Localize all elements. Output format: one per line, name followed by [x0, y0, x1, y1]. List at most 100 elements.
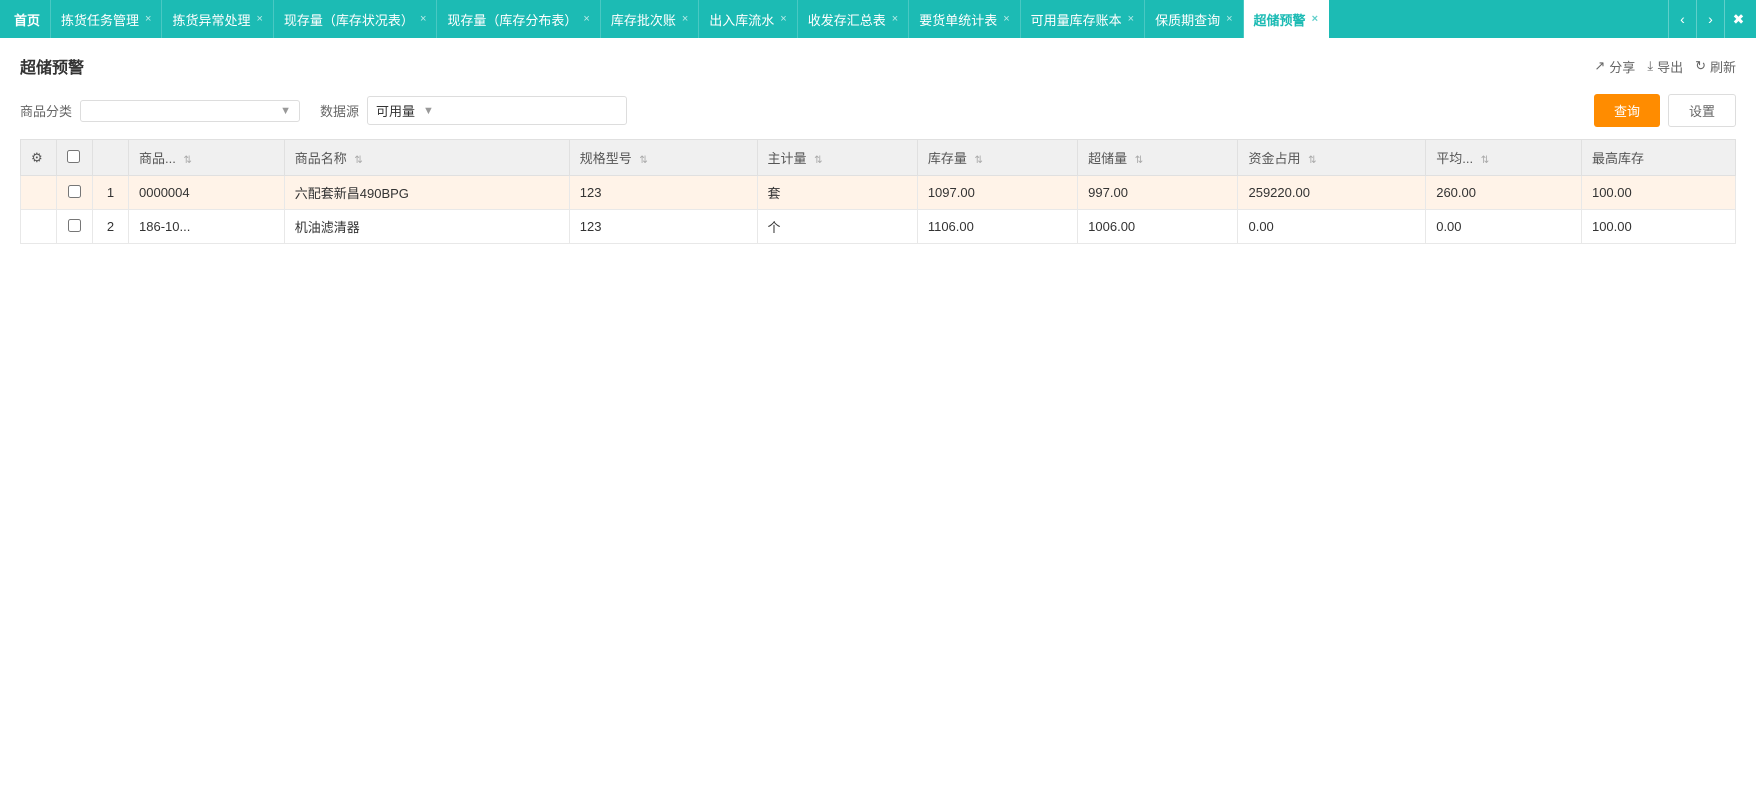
sort-icon-product-name: ⇅ [354, 155, 362, 166]
close-tab-abnormal[interactable]: × [256, 13, 262, 25]
th-checkbox[interactable] [57, 140, 93, 176]
row-unit: 套 [757, 176, 917, 210]
row-spec: 123 [569, 176, 757, 210]
nav-tab-home[interactable]: 首页 [4, 0, 51, 38]
row-capital: 259220.00 [1238, 176, 1426, 210]
nav-tab-order-stats[interactable]: 要货单统计表 × [909, 0, 1020, 38]
page-title: 超储预警 [20, 54, 84, 78]
chevron-down-icon: ▼ [280, 105, 291, 117]
row-spec: 123 [569, 210, 757, 244]
settings-button[interactable]: 设置 [1668, 94, 1736, 127]
row-stock: 1106.00 [917, 210, 1077, 244]
th-index [93, 140, 129, 176]
row-capital: 0.00 [1238, 210, 1426, 244]
table-row: 1 0000004 六配套新昌490BPG 123 套 1097.00 997.… [21, 176, 1736, 210]
datasource-select[interactable]: 可用量 ▼ [367, 96, 627, 125]
sort-icon-avg: ⇅ [1481, 155, 1489, 166]
close-tab-order-stats[interactable]: × [1003, 13, 1009, 25]
th-avg[interactable]: 平均... ⇅ [1426, 140, 1582, 176]
close-tab-in-out-flow[interactable]: × [780, 13, 786, 25]
th-settings[interactable]: ⚙ [21, 140, 57, 176]
row-overstock: 1006.00 [1078, 210, 1238, 244]
nav-tab-inventory-dist[interactable]: 现存量（库存分布表） × [437, 0, 600, 38]
nav-tab-collect-summary[interactable]: 收发存汇总表 × [798, 0, 909, 38]
close-tab-batch-account[interactable]: × [682, 13, 688, 25]
close-tab-quality-check[interactable]: × [1226, 13, 1232, 25]
sort-icon-stock: ⇅ [974, 155, 982, 166]
row-settings-cell [21, 210, 57, 244]
row-index-cell: 1 [93, 176, 129, 210]
row-avg: 260.00 [1426, 176, 1582, 210]
action-buttons: 查询 设置 [1594, 94, 1736, 127]
top-navigation: 首页 拣货任务管理 × 拣货异常处理 × 现存量（库存状况表） × 现存量（库存… [0, 0, 1756, 38]
sort-icon-capital: ⇅ [1308, 155, 1316, 166]
export-icon: ⤓ [1647, 58, 1653, 74]
chevron-down-icon-2: ▼ [423, 105, 434, 117]
query-button[interactable]: 查询 [1594, 94, 1660, 127]
th-unit[interactable]: 主计量 ⇅ [757, 140, 917, 176]
row-checkbox-1[interactable] [68, 219, 81, 232]
row-overstock: 997.00 [1078, 176, 1238, 210]
row-checkbox-0[interactable] [68, 185, 81, 198]
th-product-code[interactable]: 商品... ⇅ [129, 140, 285, 176]
share-icon: ↗ [1594, 58, 1605, 74]
nav-tab-quality-check[interactable]: 保质期查询 × [1145, 0, 1243, 38]
sort-icon-overstock: ⇅ [1135, 155, 1143, 166]
row-index-cell: 2 [93, 210, 129, 244]
refresh-button[interactable]: ↻ 刷新 [1695, 57, 1736, 76]
th-stock[interactable]: 库存量 ⇅ [917, 140, 1077, 176]
row-product-name: 六配套新昌490BPG [284, 176, 569, 210]
th-overstock[interactable]: 超储量 ⇅ [1078, 140, 1238, 176]
category-filter: 商品分类 ▼ [20, 100, 300, 122]
datasource-filter: 数据源 可用量 ▼ [320, 96, 627, 125]
sort-icon-unit: ⇅ [814, 155, 822, 166]
th-max-stock[interactable]: 最高库存 [1581, 140, 1735, 176]
close-tab-collect-summary[interactable]: × [892, 13, 898, 25]
share-button[interactable]: ↗ 分享 [1594, 57, 1635, 76]
nav-next-button[interactable]: › [1696, 0, 1724, 38]
row-checkbox-cell[interactable] [57, 176, 93, 210]
row-max-stock: 100.00 [1581, 176, 1735, 210]
row-checkbox-cell[interactable] [57, 210, 93, 244]
close-tab-task-mgmt[interactable]: × [145, 13, 151, 25]
nav-tab-available-account[interactable]: 可用量库存账本 × [1021, 0, 1145, 38]
settings-gear-icon: ⚙ [31, 150, 43, 165]
category-select[interactable]: ▼ [80, 100, 300, 122]
page-header: 超储预警 ↗ 分享 ⤓ 导出 ↻ 刷新 [20, 54, 1736, 78]
row-avg: 0.00 [1426, 210, 1582, 244]
nav-tab-batch-account[interactable]: 库存批次账 × [601, 0, 699, 38]
th-product-name[interactable]: 商品名称 ⇅ [284, 140, 569, 176]
nav-arrows: ‹ › ✖ [1668, 0, 1752, 38]
nav-tab-task-mgmt[interactable]: 拣货任务管理 × [51, 0, 162, 38]
header-actions: ↗ 分享 ⤓ 导出 ↻ 刷新 [1594, 57, 1736, 76]
row-unit: 个 [757, 210, 917, 244]
row-product-code: 186-10... [129, 210, 285, 244]
nav-tab-in-out-flow[interactable]: 出入库流水 × [699, 0, 797, 38]
table-header-row: ⚙ 商品... ⇅ 商品名称 ⇅ 规格型号 ⇅ [21, 140, 1736, 176]
row-max-stock: 100.00 [1581, 210, 1735, 244]
row-stock: 1097.00 [917, 176, 1077, 210]
nav-tab-abnormal[interactable]: 拣货异常处理 × [162, 0, 273, 38]
row-settings-cell [21, 176, 57, 210]
category-label: 商品分类 [20, 101, 72, 120]
export-button[interactable]: ⤓ 导出 [1647, 57, 1683, 76]
th-capital[interactable]: 资金占用 ⇅ [1238, 140, 1426, 176]
nav-expand-button[interactable]: ✖ [1724, 0, 1752, 38]
filter-row: 商品分类 ▼ 数据源 可用量 ▼ 查询 设置 [20, 94, 1736, 127]
nav-prev-button[interactable]: ‹ [1668, 0, 1696, 38]
sort-icon-product-code: ⇅ [183, 155, 191, 166]
nav-tab-inventory-status[interactable]: 现存量（库存状况表） × [274, 0, 437, 38]
select-all-checkbox[interactable] [67, 150, 80, 163]
row-product-code: 0000004 [129, 176, 285, 210]
data-table: ⚙ 商品... ⇅ 商品名称 ⇅ 规格型号 ⇅ [20, 139, 1736, 244]
datasource-value: 可用量 [376, 101, 415, 120]
close-tab-overstock-warning[interactable]: × [1312, 13, 1318, 25]
close-tab-inventory-dist[interactable]: × [583, 13, 589, 25]
th-spec[interactable]: 规格型号 ⇅ [569, 140, 757, 176]
refresh-icon: ↻ [1695, 58, 1706, 74]
close-tab-available-account[interactable]: × [1128, 13, 1134, 25]
datasource-label: 数据源 [320, 101, 359, 120]
sort-icon-spec: ⇅ [639, 155, 647, 166]
nav-tab-overstock-warning[interactable]: 超储预警 × [1244, 0, 1329, 38]
close-tab-inventory-status[interactable]: × [420, 13, 426, 25]
